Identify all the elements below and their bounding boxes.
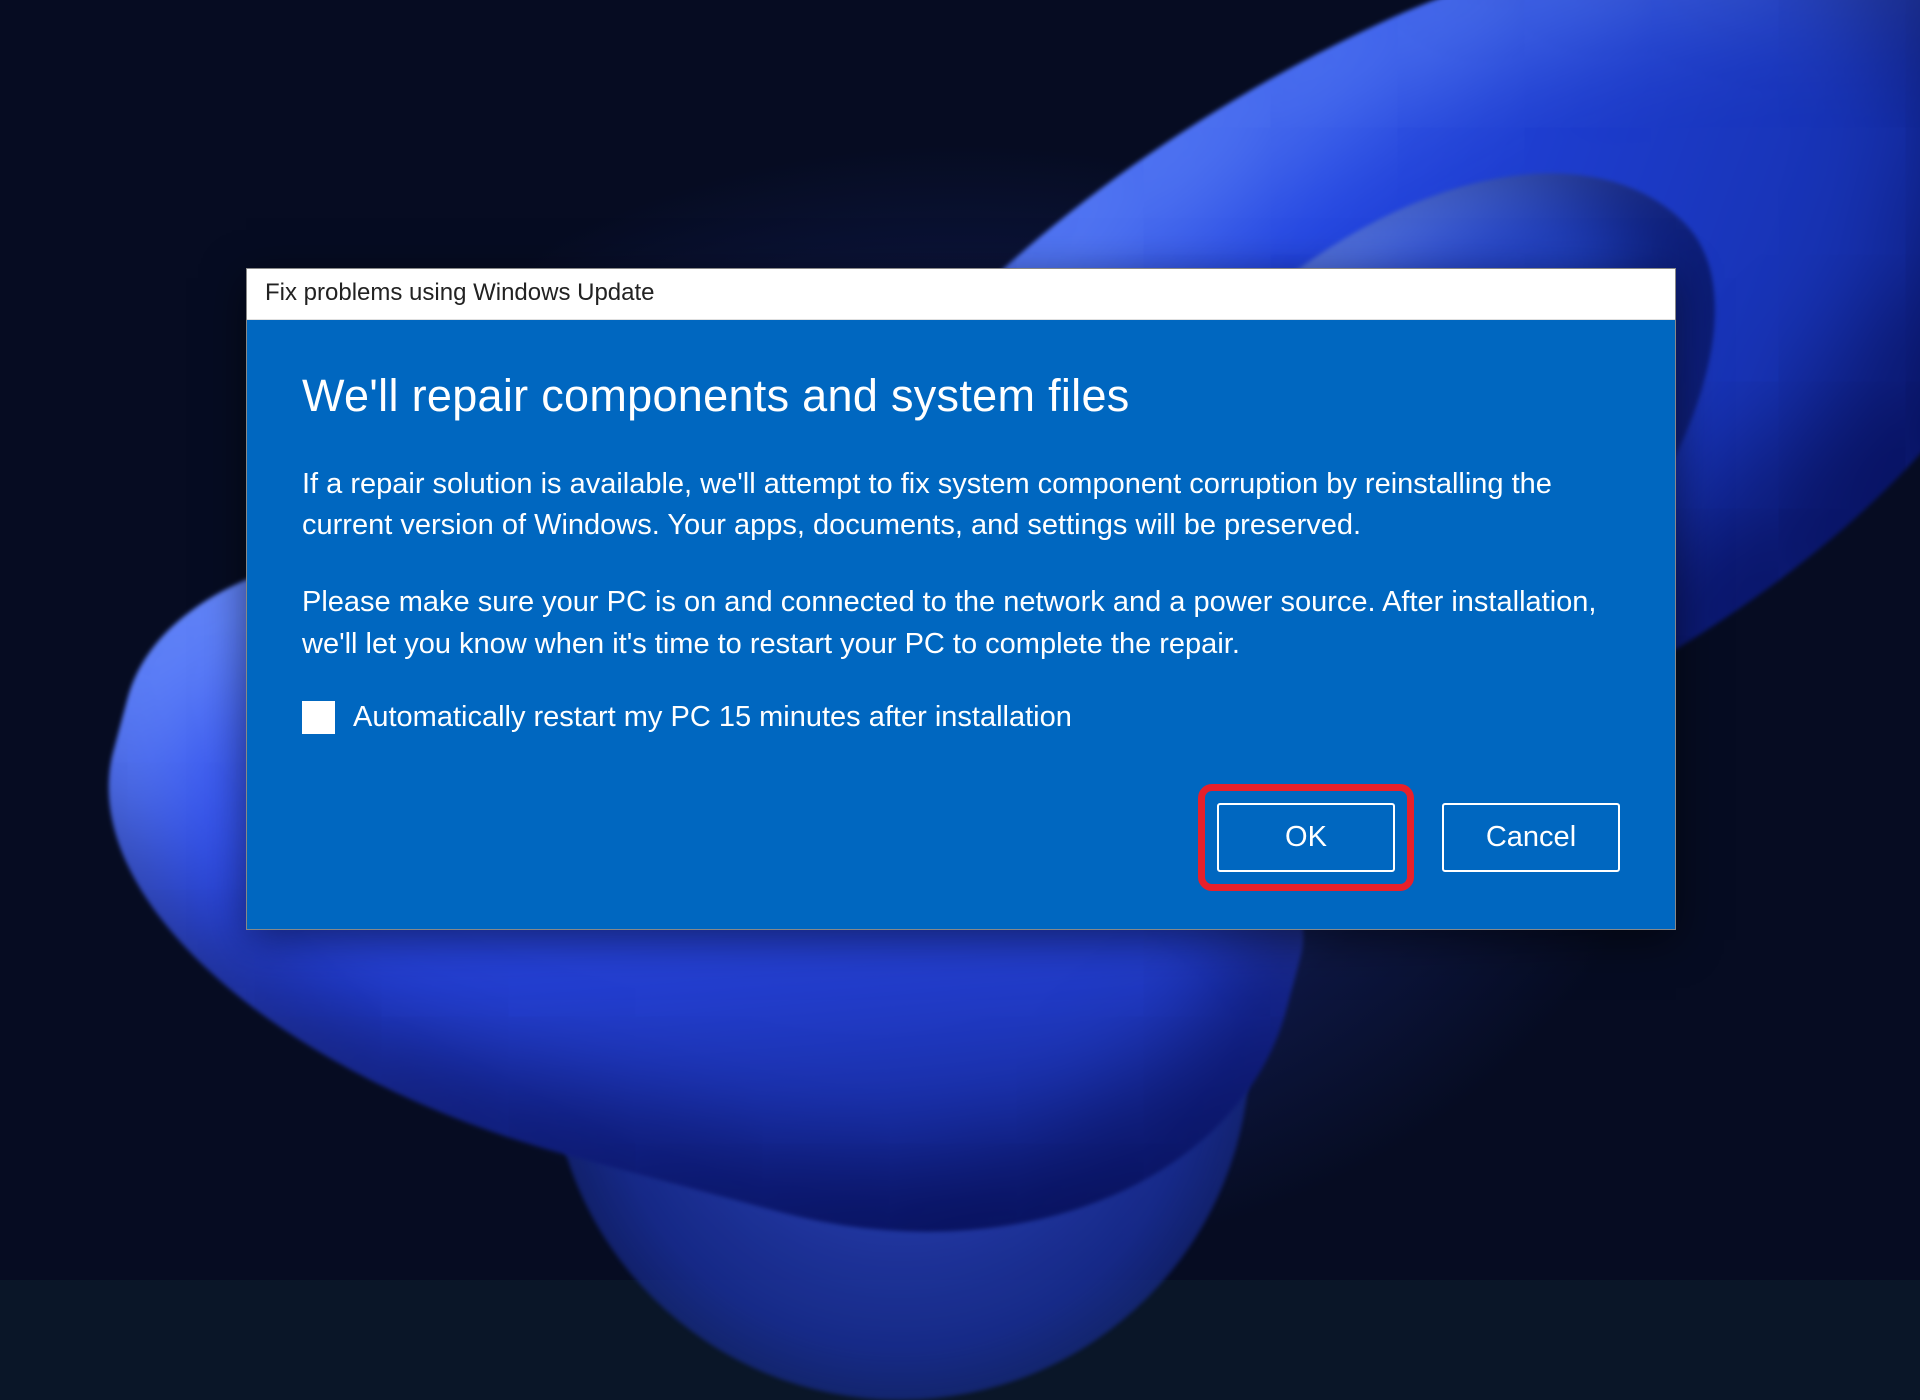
- dialog-button-row: OK Cancel: [302, 784, 1620, 891]
- auto-restart-checkbox-label: Automatically restart my PC 15 minutes a…: [353, 701, 1072, 734]
- dialog-paragraph-1: If a repair solution is available, we'll…: [302, 464, 1620, 546]
- dialog-heading: We'll repair components and system files: [302, 370, 1620, 422]
- auto-restart-checkbox-row[interactable]: Automatically restart my PC 15 minutes a…: [302, 701, 1620, 734]
- cancel-button[interactable]: Cancel: [1442, 803, 1620, 872]
- auto-restart-checkbox[interactable]: [302, 701, 335, 734]
- dialog-content: We'll repair components and system files…: [247, 320, 1675, 929]
- tutorial-highlight-box: OK: [1198, 784, 1414, 891]
- dialog-title: Fix problems using Windows Update: [265, 279, 655, 306]
- dialog-paragraph-2: Please make sure your PC is on and conne…: [302, 582, 1620, 664]
- windows-update-repair-dialog: Fix problems using Windows Update We'll …: [246, 268, 1676, 930]
- dialog-titlebar[interactable]: Fix problems using Windows Update: [247, 269, 1675, 320]
- ok-button[interactable]: OK: [1217, 803, 1395, 872]
